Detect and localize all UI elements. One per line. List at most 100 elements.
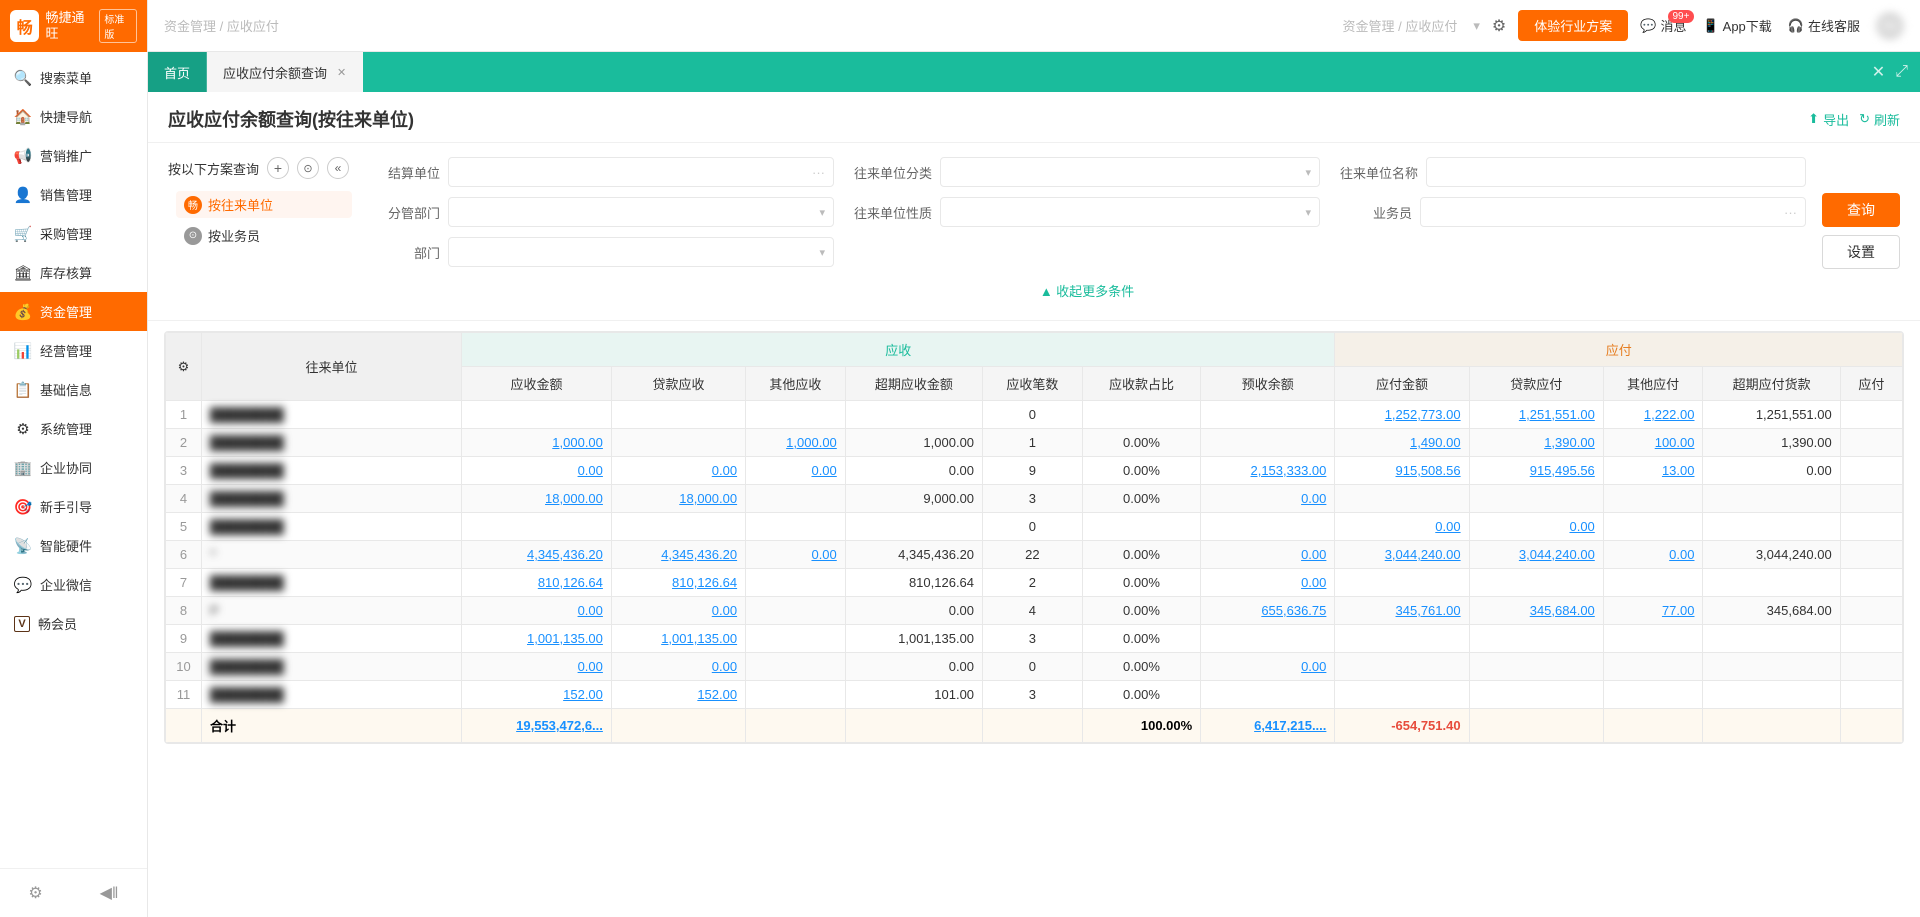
td-overdue-ap-6 — [1703, 569, 1840, 597]
service-icon: 🎧 — [1788, 18, 1804, 34]
user-avatar[interactable]: Rit — [1876, 12, 1904, 40]
sidebar-item-label: 营销推广 — [40, 146, 92, 165]
message-button[interactable]: 💬 消息 99+ — [1640, 16, 1686, 35]
filter-label-category: 往来单位分类 — [854, 163, 932, 182]
td-idx-3: 4 — [166, 485, 202, 513]
td-partner-9: ████████ — [202, 653, 462, 681]
td-overdue-ar-3: 9,000.00 — [845, 485, 982, 513]
sidebar-nav: 🔍 搜索菜单 🏠 快捷导航 📢 营销推广 👤 销售管理 🛒 采购管理 🏛 库存核… — [0, 52, 147, 868]
sidebar-settings-icon[interactable]: ⚙ — [20, 879, 50, 907]
filter-collapse-button[interactable]: « — [327, 157, 349, 179]
breadcrumb: 资金管理 / 应收应付 — [164, 16, 1331, 35]
sidebar-collapse-icon[interactable]: ◀‖ — [92, 879, 127, 907]
sidebar-item-system[interactable]: ⚙ 系统管理 — [0, 409, 147, 448]
topbar-dropdown-arrow[interactable]: ▾ — [1473, 18, 1480, 34]
sidebar-item-corp-wechat[interactable]: 💬 企业微信 — [0, 565, 147, 604]
td-loan-ar-6: 810,126.64 — [611, 569, 745, 597]
filter-collapse-toggle[interactable]: ▲ 收起更多条件 — [368, 275, 1806, 306]
td-advance-8 — [1201, 625, 1335, 653]
query-button[interactable]: 查询 — [1822, 193, 1900, 227]
settings-button[interactable]: 设置 — [1822, 235, 1900, 269]
tab-close-window-icon[interactable]: ✕ — [1872, 62, 1885, 82]
sidebar-item-quick-nav[interactable]: 🏠 快捷导航 — [0, 97, 147, 136]
td-other-ar-1: 1,000.00 — [746, 429, 846, 457]
td-ar-ratio-2: 0.00% — [1082, 457, 1200, 485]
td-ap-extra-5 — [1840, 541, 1902, 569]
filter-add-button[interactable]: + — [267, 157, 289, 179]
footer-ap-extra — [1840, 709, 1902, 743]
table-row: 2 ████████ 1,000.00 1,000.00 1,000.00 1 … — [166, 429, 1903, 457]
sidebar-item-purchase[interactable]: 🛒 采购管理 — [0, 214, 147, 253]
sidebar-item-capital[interactable]: 💰 资金管理 — [0, 292, 147, 331]
filter-dots-settlement: ··· — [812, 165, 825, 180]
td-loan-ap-6 — [1469, 569, 1603, 597]
td-ap-amount-3 — [1335, 485, 1469, 513]
table-row: 1 ████████ 0 1,252,773.00 1,251,551.00 1… — [166, 401, 1903, 429]
sidebar-item-label: 企业协同 — [40, 458, 92, 477]
footer-advance: 6,417,215.... — [1201, 709, 1335, 743]
refresh-button[interactable]: ↻ 刷新 — [1859, 110, 1900, 129]
table-row: 3 ████████ 0.00 0.00 0.00 0.00 9 0.00% 2… — [166, 457, 1903, 485]
scheme-item-by-partner[interactable]: 畅 按往来单位 — [176, 191, 352, 218]
online-service-link[interactable]: 🎧 在线客服 — [1788, 16, 1860, 35]
topbar-gear-icon[interactable]: ⚙ — [1492, 16, 1506, 36]
filter-input-dept2[interactable]: ▾ — [448, 237, 834, 267]
app-download-link[interactable]: 📱 App下载 — [1702, 16, 1771, 35]
tab-ar-ap[interactable]: 应收应付余额查询 ✕ — [207, 52, 363, 92]
tab-ar-ap-label: 应收应付余额查询 — [223, 63, 327, 82]
sidebar-item-corp[interactable]: 🏢 企业协同 — [0, 448, 147, 487]
filter-input-nature[interactable]: ▾ — [940, 197, 1320, 227]
th-ar-amount: 应收金额 — [462, 367, 612, 401]
sidebar-item-label: 新手引导 — [40, 497, 92, 516]
td-ar-amount-7: 0.00 — [462, 597, 612, 625]
td-idx-5: 6 — [166, 541, 202, 569]
table-footer-row: 合计 19,553,472,6... 100.00% 6,417,215....… — [166, 709, 1903, 743]
filter-label-nature: 往来单位性质 — [854, 203, 932, 222]
tab-home[interactable]: 首页 — [148, 52, 207, 92]
sidebar-item-operation[interactable]: 📊 经营管理 — [0, 331, 147, 370]
export-button[interactable]: ⬆ 导出 — [1808, 110, 1849, 129]
scheme-item-by-staff[interactable]: ⊙ 按业务员 — [176, 222, 352, 249]
table-row: 11 ████████ 152.00 152.00 101.00 3 0.00% — [166, 681, 1903, 709]
tab-close-icon[interactable]: ✕ — [337, 66, 346, 79]
filter-input-dept[interactable]: ▾ — [448, 197, 834, 227]
td-idx-4: 5 — [166, 513, 202, 541]
sidebar-item-inventory[interactable]: 🏛 库存核算 — [0, 253, 147, 292]
sidebar-item-smart-hw[interactable]: 📡 智能硬件 — [0, 526, 147, 565]
td-ar-amount-2: 0.00 — [462, 457, 612, 485]
td-ar-count-2: 9 — [983, 457, 1083, 485]
td-ar-ratio-1: 0.00% — [1082, 429, 1200, 457]
th-settings[interactable]: ⚙ — [166, 333, 202, 401]
filter-input-category[interactable]: ▾ — [940, 157, 1320, 187]
th-ap-amount: 应付金额 — [1335, 367, 1469, 401]
sidebar-item-search-menu[interactable]: 🔍 搜索菜单 — [0, 58, 147, 97]
filter-input-partner-name[interactable] — [1426, 157, 1806, 187]
tab-expand-icon[interactable]: ⤢ — [1895, 63, 1908, 81]
filter-input-salesperson[interactable]: ··· — [1420, 197, 1806, 227]
td-ap-amount-9 — [1335, 653, 1469, 681]
td-ar-count-4: 0 — [983, 513, 1083, 541]
td-other-ar-6 — [746, 569, 846, 597]
td-loan-ar-0 — [611, 401, 745, 429]
inventory-icon: 🏛 — [14, 264, 32, 282]
table-row: 9 ████████ 1,001,135.00 1,001,135.00 1,0… — [166, 625, 1903, 653]
trial-button[interactable]: 体验行业方案 — [1518, 10, 1628, 41]
td-overdue-ap-3 — [1703, 485, 1840, 513]
sidebar-item-marketing[interactable]: 📢 营销推广 — [0, 136, 147, 175]
td-ar-count-1: 1 — [983, 429, 1083, 457]
sidebar-item-member[interactable]: V 畅会员 — [0, 604, 147, 643]
sidebar-item-label: 智能硬件 — [40, 536, 92, 555]
table-settings-icon[interactable]: ⚙ — [178, 359, 190, 374]
sidebar-item-newbie[interactable]: 🎯 新手引导 — [0, 487, 147, 526]
td-other-ap-8 — [1603, 625, 1703, 653]
th-advance: 预收余额 — [1201, 367, 1335, 401]
filter-settings-button[interactable]: ⊙ — [297, 157, 319, 179]
sidebar-item-sales[interactable]: 👤 销售管理 — [0, 175, 147, 214]
footer-other-ar — [746, 709, 846, 743]
td-advance-6: 0.00 — [1201, 569, 1335, 597]
filter-input-settlement[interactable]: ··· — [448, 157, 834, 187]
td-partner-7: P — [202, 597, 462, 625]
sidebar-item-base-info[interactable]: 📋 基础信息 — [0, 370, 147, 409]
td-ar-count-8: 3 — [983, 625, 1083, 653]
tab-home-label: 首页 — [164, 63, 190, 82]
